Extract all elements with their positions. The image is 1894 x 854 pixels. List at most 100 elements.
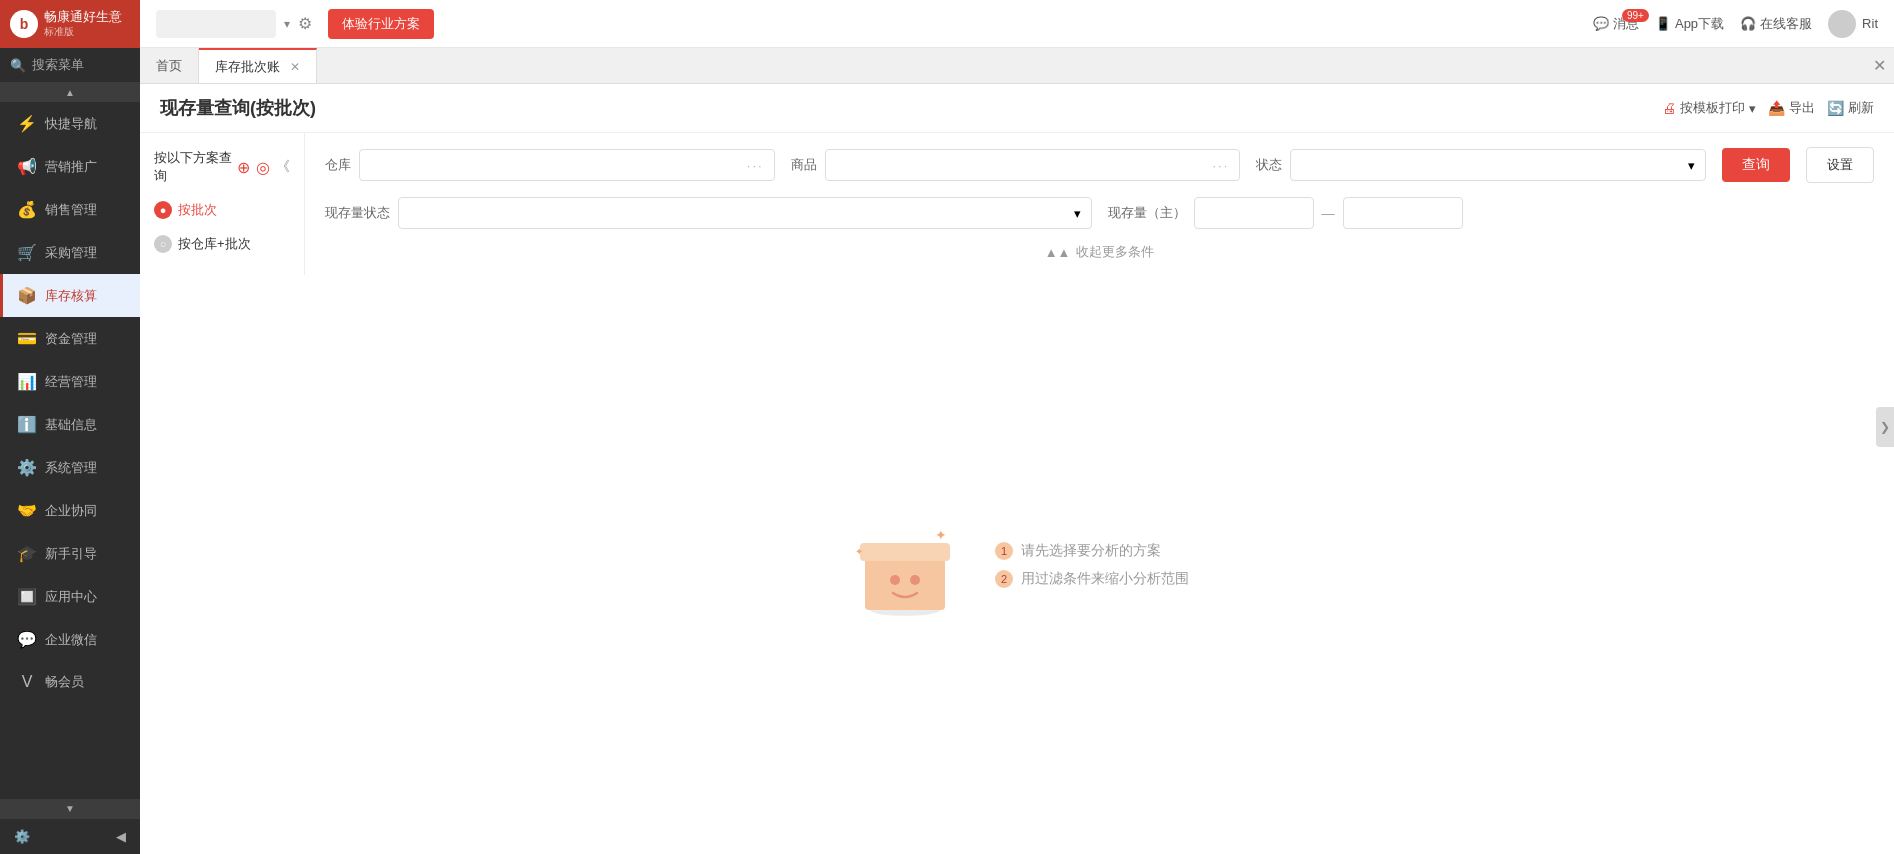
status-dropdown-icon: ▾ (1688, 158, 1695, 173)
experience-industry-button[interactable]: 体验行业方案 (328, 9, 434, 39)
tab-close-panel-icon[interactable]: ✕ (1873, 56, 1886, 75)
app-center-icon: 🔲 (17, 587, 37, 606)
app-logo: b (10, 10, 38, 38)
query-button[interactable]: 查询 (1722, 148, 1790, 182)
export-button[interactable]: 📤 导出 (1768, 99, 1815, 117)
empty-state: ✦ ✦ 1 请先选择要分析的方案 2 用过滤条件来缩小分析范围 (140, 275, 1894, 854)
topbar: ▾ ⚙ 体验行业方案 💬 消息 99+ 📱 App下载 🎧 在线客服 Rit (140, 0, 1894, 48)
sidebar-item-wechat[interactable]: 💬 企业微信 (0, 618, 140, 661)
warehouse-label: 仓库 (325, 156, 351, 174)
sidebar-item-member[interactable]: V 畅会员 (0, 661, 140, 703)
sidebar-item-sales[interactable]: 💰 销售管理 (0, 188, 140, 231)
hint-num-1: 1 (995, 542, 1013, 560)
sidebar-item-operations[interactable]: 📊 经营管理 (0, 360, 140, 403)
svg-rect-2 (860, 543, 950, 561)
status-filter: 状态 ▾ (1256, 149, 1706, 181)
collapse-sidebar-icon[interactable]: 《 (276, 158, 290, 176)
beginner-icon: 🎓 (17, 544, 37, 563)
filter-sidebar: 按以下方案查询 ⊕ ◎ 《 ● 按批次 ○ 按仓库+批次 (140, 133, 305, 275)
message-icon: 💬 (1593, 16, 1609, 31)
avatar (1828, 10, 1856, 38)
hint-item-1: 1 请先选择要分析的方案 (995, 542, 1189, 560)
hint-text-2: 用过滤条件来缩小分析范围 (1021, 570, 1189, 588)
hint-item-2: 2 用过滤条件来缩小分析范围 (995, 570, 1189, 588)
settings-button[interactable]: 设置 (1806, 147, 1874, 183)
sidebar-item-inventory[interactable]: 📦 库存核算 (0, 274, 140, 317)
member-icon: V (17, 673, 37, 691)
page-header: 现存量查询(按批次) 🖨 按模板打印 ▾ 📤 导出 🔄 刷新 (140, 84, 1894, 133)
sidebar-item-finance[interactable]: 💳 资金管理 (0, 317, 140, 360)
sidebar-item-system[interactable]: ⚙️ 系统管理 (0, 446, 140, 489)
collapse-button[interactable]: ▲▲ 收起更多条件 (325, 243, 1874, 261)
sidebar-item-basic-info[interactable]: ℹ️ 基础信息 (0, 403, 140, 446)
sales-icon: 💰 (17, 200, 37, 219)
quick-nav-icon: ⚡ (17, 114, 37, 133)
sidebar-item-marketing[interactable]: 📢 营销推广 (0, 145, 140, 188)
inventory-icon: 📦 (17, 286, 37, 305)
svg-text:✦: ✦ (935, 527, 947, 543)
add-plan-icon[interactable]: ⊕ (237, 158, 250, 177)
plan-by-warehouse-batch[interactable]: ○ 按仓库+批次 (140, 227, 304, 261)
svg-text:✦: ✦ (855, 546, 863, 557)
topbar-right: 💬 消息 99+ 📱 App下载 🎧 在线客服 Rit (1593, 10, 1878, 38)
download-icon: 📱 (1655, 16, 1671, 31)
inventory-qty-from[interactable] (1194, 197, 1314, 229)
inventory-qty-filter: 现存量（主） — (1108, 197, 1875, 229)
sidebar-item-quick-nav[interactable]: ⚡ 快捷导航 (0, 102, 140, 145)
sidebar-item-enterprise[interactable]: 🤝 企业协同 (0, 489, 140, 532)
marketing-icon: 📢 (17, 157, 37, 176)
tab-close-icon[interactable]: ✕ (290, 60, 300, 74)
product-input[interactable]: ··· (825, 149, 1241, 181)
refresh-button[interactable]: 🔄 刷新 (1827, 99, 1874, 117)
main-area: ▾ ⚙ 体验行业方案 💬 消息 99+ 📱 App下载 🎧 在线客服 Rit (140, 0, 1894, 854)
plan-settings-icon[interactable]: ◎ (256, 158, 270, 177)
dropdown-arrow-icon[interactable]: ▾ (284, 17, 290, 31)
scroll-up-button[interactable]: ▲ (0, 83, 140, 102)
page-actions: 🖨 按模板打印 ▾ 📤 导出 🔄 刷新 (1662, 99, 1874, 117)
app-version: 标准版 (44, 25, 122, 39)
print-template-button[interactable]: 🖨 按模板打印 ▾ (1662, 99, 1756, 117)
app-name: 畅康通好生意 (44, 9, 122, 26)
message-badge: 99+ (1622, 9, 1649, 22)
tab-home[interactable]: 首页 (140, 48, 199, 83)
wechat-icon: 💬 (17, 630, 37, 649)
message-button[interactable]: 💬 消息 99+ (1593, 15, 1639, 33)
status-select[interactable]: ▾ (1290, 149, 1706, 181)
hint-text-1: 请先选择要分析的方案 (1021, 542, 1161, 560)
sidebar-header: b 畅康通好生意 标准版 (0, 0, 140, 48)
empty-hints: 1 请先选择要分析的方案 2 用过滤条件来缩小分析范围 (995, 542, 1189, 588)
sidebar-item-purchase[interactable]: 🛒 采购管理 (0, 231, 140, 274)
basic-info-icon: ℹ️ (17, 415, 37, 434)
qty-dash: — (1322, 206, 1335, 221)
service-icon: 🎧 (1740, 16, 1756, 31)
svg-point-3 (890, 575, 900, 585)
online-service-button[interactable]: 🎧 在线客服 (1740, 15, 1812, 33)
sidebar-item-app-center[interactable]: 🔲 应用中心 (0, 575, 140, 618)
system-icon: ⚙️ (17, 458, 37, 477)
tab-inventory-batch[interactable]: 库存批次账 ✕ (199, 48, 317, 83)
content-area: 现存量查询(按批次) 🖨 按模板打印 ▾ 📤 导出 🔄 刷新 (140, 84, 1894, 854)
filter-area: 按以下方案查询 ⊕ ◎ 《 ● 按批次 ○ 按仓库+批次 (140, 133, 1894, 275)
warehouse-input[interactable]: ··· (359, 149, 775, 181)
settings-icon[interactable]: ⚙ (298, 14, 312, 33)
filter-row-2: 现存量状态 ▾ 现存量（主） — (325, 197, 1874, 229)
sidebar-item-beginner[interactable]: 🎓 新手引导 (0, 532, 140, 575)
inventory-qty-to[interactable] (1343, 197, 1463, 229)
inventory-status-select[interactable]: ▾ (398, 197, 1092, 229)
empty-illustration: ✦ ✦ (845, 505, 965, 625)
filter-row-1: 仓库 ··· 商品 ··· (325, 147, 1874, 183)
scroll-down-button[interactable]: ▼ (0, 799, 140, 818)
inventory-status-dropdown-icon: ▾ (1074, 206, 1081, 221)
plan-by-batch[interactable]: ● 按批次 (140, 193, 304, 227)
app-download-button[interactable]: 📱 App下载 (1655, 15, 1724, 33)
empty-svg: ✦ ✦ (845, 505, 965, 625)
footer-settings-icon[interactable]: ⚙️ (14, 829, 30, 844)
enterprise-icon: 🤝 (17, 501, 37, 520)
plan-batch-icon: ● (154, 201, 172, 219)
footer-collapse-icon[interactable]: ◀ (116, 829, 126, 844)
right-panel-toggle[interactable]: ❯ (1876, 407, 1894, 447)
tabbar: 首页 库存批次账 ✕ ✕ (140, 48, 1894, 84)
warehouse-dots-icon: ··· (747, 158, 764, 173)
user-menu[interactable]: Rit (1828, 10, 1878, 38)
search-menu-item[interactable]: 🔍 搜索菜单 (0, 48, 140, 83)
